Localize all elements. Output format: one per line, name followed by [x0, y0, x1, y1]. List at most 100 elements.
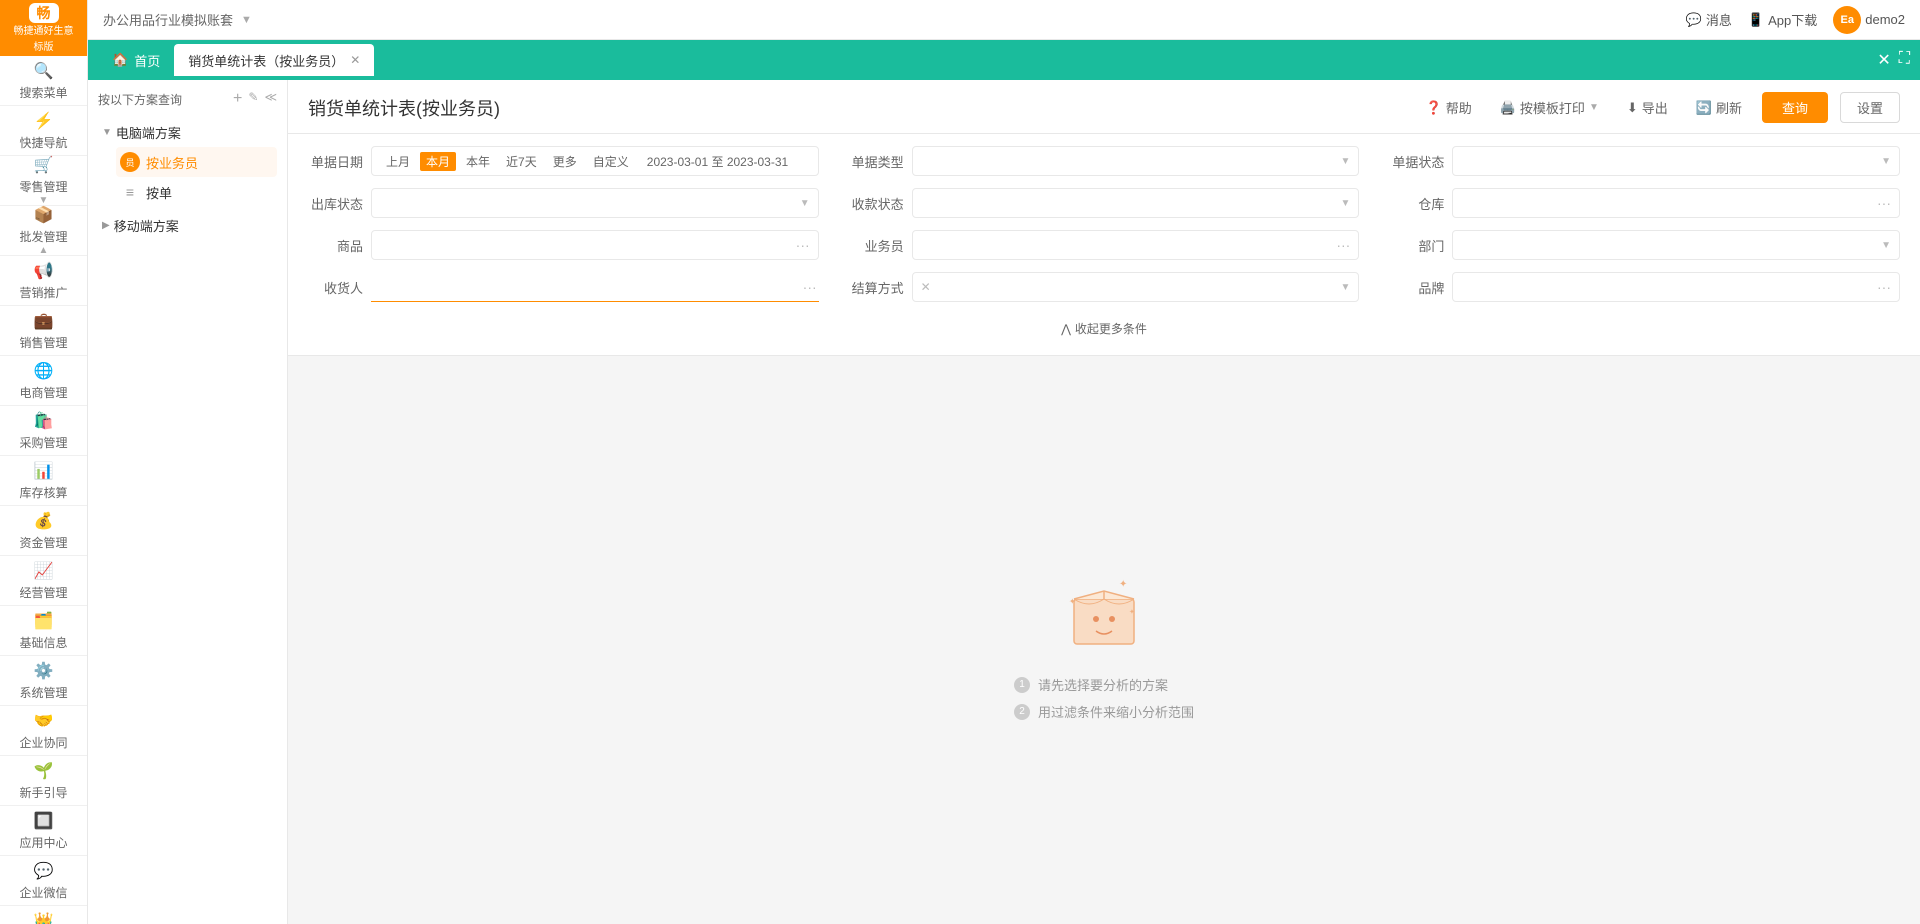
sidebar-item-label: 快捷导航 — [19, 134, 67, 151]
sidebar-item-newbie[interactable]: 🌱 新手引导 — [0, 756, 87, 806]
settings-button[interactable]: 设置 — [1840, 92, 1900, 123]
warehouse-dots-icon: ··· — [1877, 195, 1891, 211]
tab-home-label: 首页 — [134, 51, 160, 70]
sidebar-item-inventory[interactable]: 📊 库存核算 — [0, 456, 87, 506]
docstatus-control[interactable]: ▼ — [1452, 146, 1900, 176]
finance-icon: 💰 — [34, 511, 54, 531]
date-range-picker[interactable]: 上月 本月 本年 近7天 更多 自定义 2023-03-01 至 2023-03… — [371, 146, 819, 176]
sidebar-item-label: 应用中心 — [19, 834, 67, 851]
help-button[interactable]: ❓ 帮助 — [1418, 94, 1480, 121]
sidebar: 畅 畅捷通好生意 标版 🔍 搜索菜单 ⚡ 快捷导航 🛒 零售管理 ▼ 📦 批发管… — [0, 0, 88, 924]
sidebar-item-member[interactable]: 👑 畅会员 — [0, 906, 87, 924]
sidebar-item-corpwechat[interactable]: 💬 企业微信 — [0, 856, 87, 906]
sidebar-item-label: 批发管理 — [19, 228, 67, 245]
brand-dots-icon: ··· — [1877, 279, 1891, 295]
tab-maximize-icon[interactable]: ⛶ — [1899, 50, 1910, 70]
filter-item-doctype: 单据类型 ▼ — [849, 146, 1360, 176]
sidebar-item-ecom[interactable]: 🌐 电商管理 — [0, 356, 87, 406]
enterprise-icon: 🤝 — [34, 711, 54, 731]
sidebar-item-appcenter[interactable]: 🔲 应用中心 — [0, 806, 87, 856]
message-label: 消息 — [1706, 10, 1732, 29]
add-scheme-icon[interactable]: + — [233, 90, 242, 108]
print-arrow-icon: ▼ — [1589, 102, 1599, 113]
sidebar-item-purchase[interactable]: 🛍️ 采购管理 — [0, 406, 87, 456]
settlement-control[interactable]: ✕ ▼ — [912, 272, 1360, 302]
date-tab-thisyear[interactable]: 本年 — [460, 152, 496, 171]
edit-scheme-icon[interactable]: ✎ — [248, 90, 258, 108]
user-action[interactable]: Ea demo2 — [1833, 6, 1905, 34]
filter-item-product: 商品 ··· — [308, 230, 819, 260]
sidebar-item-marketing[interactable]: 📢 营销推广 — [0, 256, 87, 306]
date-tab-more[interactable]: 更多 — [547, 152, 583, 171]
date-tab-7days[interactable]: 近7天 — [500, 152, 543, 171]
date-tab-thismonth[interactable]: 本月 — [420, 152, 456, 171]
warehouse-control[interactable]: ··· — [1452, 188, 1900, 218]
filter-row-1: 单据日期 上月 本月 本年 近7天 更多 自定义 2023-03-01 至 20… — [308, 146, 1900, 176]
sidebar-item-label: 系统管理 — [19, 684, 67, 701]
date-tab-custom[interactable]: 自定义 — [587, 152, 635, 171]
tree-node-mobile[interactable]: ▶ 移动端方案 — [98, 211, 277, 240]
app-download-action[interactable]: 📱 App下载 — [1748, 10, 1817, 29]
sales-icon: 💼 — [34, 311, 54, 331]
filter-item-docstatus: 单据状态 ▼ — [1389, 146, 1900, 176]
app-label: 标版 — [34, 38, 54, 53]
sidebar-item-sales[interactable]: 💼 销售管理 — [0, 306, 87, 356]
tree-node-desktop[interactable]: ▼ 电脑端方案 — [98, 118, 277, 147]
receiver-control[interactable]: ··· — [371, 272, 819, 302]
print-button[interactable]: 🖨️ 按模板打印 ▼ — [1492, 94, 1607, 121]
settlement-clear-icon[interactable]: ✕ — [921, 280, 931, 294]
receiver-dots-icon: ··· — [803, 279, 817, 295]
sidebar-item-enterprise[interactable]: 🤝 企业协同 — [0, 706, 87, 756]
filter-item-brand: 品牌 ··· — [1389, 272, 1900, 302]
tab-home[interactable]: 🏠 首页 — [98, 44, 174, 76]
product-control[interactable]: ··· — [371, 230, 819, 260]
salesperson-control[interactable]: ··· — [912, 230, 1360, 260]
tab-bar-actions: ✕ ⛶ — [1877, 50, 1910, 70]
left-panel-header: 按以下方案查询 + ✎ ≪ — [98, 90, 277, 108]
sidebar-item-wholesale[interactable]: 📦 批发管理 ▲ — [0, 206, 87, 256]
query-button[interactable]: 查询 — [1762, 92, 1828, 123]
sidebar-item-label: 新手引导 — [19, 784, 67, 801]
shipstatus-control[interactable]: ▼ — [371, 188, 819, 218]
tab-sales-stats[interactable]: 销货单统计表（按业务员） ✕ — [174, 44, 374, 76]
message-action[interactable]: 💬 消息 — [1686, 10, 1732, 29]
sidebar-item-system[interactable]: ⚙️ 系统管理 — [0, 656, 87, 706]
sidebar-item-search[interactable]: 🔍 搜索菜单 — [0, 56, 87, 106]
collapse-button[interactable]: ⋀ 收起更多条件 — [308, 314, 1900, 343]
refresh-button[interactable]: 🔄 刷新 — [1688, 94, 1750, 121]
collapse-panel-icon[interactable]: ≪ — [264, 90, 277, 108]
right-panel: 销货单统计表(按业务员) ❓ 帮助 🖨️ 按模板打印 ▼ ⬇ 导出 — [288, 80, 1920, 924]
left-panel-title: 按以下方案查询 — [98, 91, 182, 108]
wholesale-icon: 📦 — [34, 205, 54, 225]
docstatus-arrow-icon: ▼ — [1881, 156, 1891, 167]
top-header: 办公用品行业模拟账套 ▼ 💬 消息 📱 App下载 Ea demo2 — [88, 0, 1920, 40]
date-tab-lastmonth[interactable]: 上月 — [380, 152, 416, 171]
doctype-arrow-icon: ▼ — [1340, 156, 1350, 167]
sidebar-item-finance[interactable]: 💰 资金管理 — [0, 506, 87, 556]
sidebar-item-quicknav[interactable]: ⚡ 快捷导航 — [0, 106, 87, 156]
sidebar-item-ops[interactable]: 📈 经营管理 — [0, 556, 87, 606]
left-panel: 按以下方案查询 + ✎ ≪ ▼ 电脑端方案 员 按业务员 — [88, 80, 288, 924]
brand-control[interactable]: ··· — [1452, 272, 1900, 302]
sidebar-item-retail[interactable]: 🛒 零售管理 ▼ — [0, 156, 87, 206]
tree-item-salesperson[interactable]: 员 按业务员 — [116, 147, 277, 177]
filter-item-salesperson: 业务员 ··· — [849, 230, 1360, 260]
order-scheme-icon: ≡ — [120, 182, 140, 202]
filter-item-shipstatus: 出库状态 ▼ — [308, 188, 819, 218]
doctype-control[interactable]: ▼ — [912, 146, 1360, 176]
breadcrumb-arrow[interactable]: ▼ — [241, 14, 252, 26]
collapse-label: 收起更多条件 — [1075, 320, 1147, 337]
print-icon: 🖨️ — [1500, 100, 1516, 116]
tab-close-all-icon[interactable]: ✕ — [1877, 50, 1890, 70]
tab-close-icon[interactable]: ✕ — [350, 53, 360, 67]
export-button[interactable]: ⬇ 导出 — [1619, 94, 1676, 121]
brand-label: 品牌 — [1389, 278, 1444, 297]
sidebar-item-basic[interactable]: 🗂️ 基础信息 — [0, 606, 87, 656]
marketing-icon: 📢 — [34, 261, 54, 281]
department-control[interactable]: ▼ — [1452, 230, 1900, 260]
tree-item-order[interactable]: ≡ 按单 — [116, 177, 277, 207]
header-actions: 💬 消息 📱 App下载 Ea demo2 — [1686, 6, 1905, 34]
filter-item-paymentstatus: 收款状态 ▼ — [849, 188, 1360, 218]
app-logo: 畅 畅捷通好生意 标版 — [0, 0, 88, 56]
paymentstatus-control[interactable]: ▼ — [912, 188, 1360, 218]
